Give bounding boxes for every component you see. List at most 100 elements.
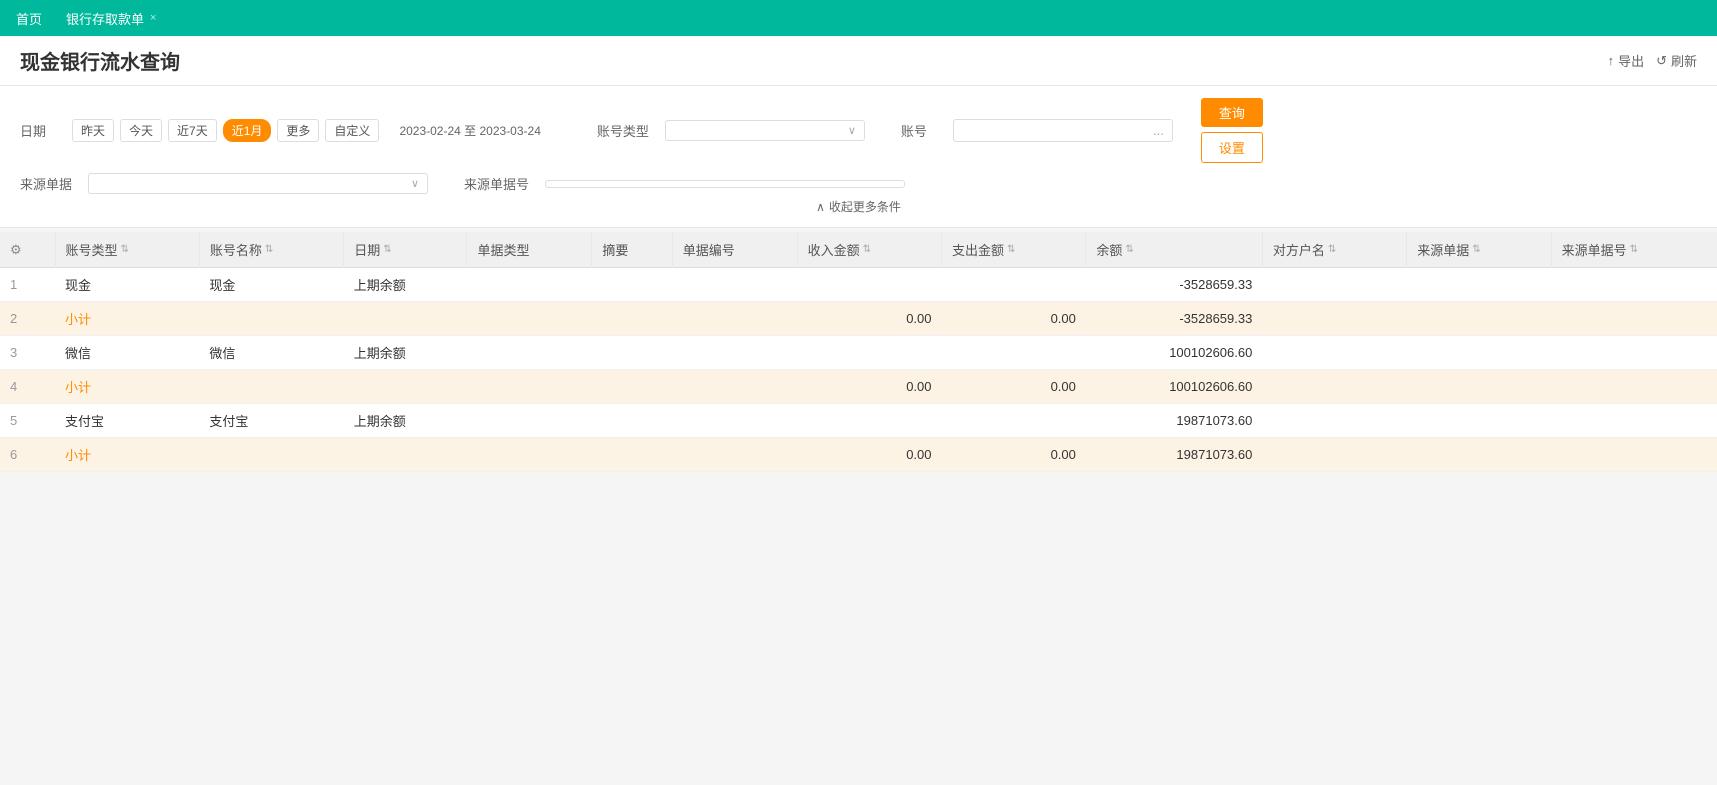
cell-source_doc (1407, 302, 1551, 336)
table-body: 1现金现金上期余额-3528659.332小计0.000.00-3528659.… (0, 268, 1717, 472)
col-header-source_doc_no[interactable]: 来源单据号⇅ (1551, 232, 1717, 268)
export-icon: ↑ (1608, 53, 1615, 68)
col-label: 账号名称 (210, 240, 262, 259)
account-type-label: 账号类型 (597, 121, 649, 140)
col-header-acct_type[interactable]: 账号类型⇅ (55, 232, 199, 268)
collapse-bar: ∧ 收起更多条件 (20, 194, 1697, 215)
date-options: 昨天今天近7天近1月更多自定义 (72, 119, 379, 142)
col-label: 摘要 (602, 243, 628, 258)
col-header-expense[interactable]: 支出金额⇅ (942, 232, 1086, 268)
gear-icon[interactable]: ⚙ (10, 242, 22, 257)
table-wrap: ⚙账号类型⇅账号名称⇅日期⇅单据类型摘要单据编号收入金额⇅支出金额⇅余额⇅对方户… (0, 232, 1717, 472)
col-header-date[interactable]: 日期⇅ (344, 232, 467, 268)
date-option-昨天[interactable]: 昨天 (72, 119, 114, 142)
cell-doc_no (672, 438, 797, 472)
date-label: 日期 (20, 121, 56, 140)
sort-icon: ⇅ (1328, 244, 1336, 255)
col-label: 日期 (354, 240, 380, 259)
cell-source_doc_no (1551, 302, 1717, 336)
nav-tab-close-icon[interactable]: × (150, 12, 156, 24)
col-label: 单据编号 (683, 243, 735, 258)
cell-doc_no (672, 370, 797, 404)
table-row: 6小计0.000.0019871073.60 (0, 438, 1717, 472)
cell-doc_no (672, 302, 797, 336)
cell-acct_name: 支付宝 (199, 404, 343, 438)
filter-left: 日期 昨天今天近7天近1月更多自定义 2023-02-24 至 2023-03-… (20, 98, 1697, 194)
source-doc-select[interactable]: ∨ (88, 173, 428, 194)
cell-summary (592, 404, 672, 438)
table-row: 3微信微信上期余额100102606.60 (0, 336, 1717, 370)
col-header-source_doc[interactable]: 来源单据⇅ (1407, 232, 1551, 268)
nav-tab-银行存取款单[interactable]: 银行存取款单 × (54, 0, 194, 36)
query-button[interactable]: 查询 (1201, 98, 1263, 127)
cell-doc_type (467, 404, 592, 438)
col-header-gear: ⚙ (0, 232, 55, 268)
cell-balance: 19871073.60 (1086, 404, 1262, 438)
cell-date (344, 438, 467, 472)
collapse-label: 收起更多条件 (829, 198, 901, 215)
col-header-income[interactable]: 收入金额⇅ (797, 232, 941, 268)
cell-doc_type (467, 438, 592, 472)
col-label: 来源单据 (1417, 240, 1469, 259)
chevron-down-icon: ∨ (848, 124, 856, 137)
account-type-select[interactable]: ∨ (665, 120, 865, 141)
filter-area: 日期 昨天今天近7天近1月更多自定义 2023-02-24 至 2023-03-… (0, 86, 1717, 228)
date-option-自定义[interactable]: 自定义 (325, 119, 379, 142)
date-option-近7天[interactable]: 近7天 (168, 119, 217, 142)
cell-index: 4 (0, 370, 55, 404)
sort-icon: ⇅ (863, 244, 871, 255)
table-row: 2小计0.000.00-3528659.33 (0, 302, 1717, 336)
source-doc-no-input[interactable] (545, 180, 905, 188)
col-label: 收入金额 (808, 240, 860, 259)
account-dots-icon[interactable]: ... (1153, 123, 1164, 138)
cell-acct_name: 现金 (199, 268, 343, 302)
account-label: 账号 (901, 121, 937, 140)
filter-row-1: 日期 昨天今天近7天近1月更多自定义 2023-02-24 至 2023-03-… (20, 98, 1697, 163)
top-nav: 首页 收款单×付款单×其他收入单×应收应付调整单×银行存取款单×预收冲应收单×收… (0, 0, 1717, 36)
col-header-doc_type: 单据类型 (467, 232, 592, 268)
nav-tab-label: 银行存取款单 (66, 9, 144, 28)
col-label: 支出金额 (952, 240, 1004, 259)
collapse-button[interactable]: ∧ 收起更多条件 (816, 198, 901, 215)
date-option-今天[interactable]: 今天 (120, 119, 162, 142)
cell-doc_no (672, 336, 797, 370)
refresh-button[interactable]: ↺ 刷新 (1656, 51, 1697, 70)
cell-doc_type (467, 302, 592, 336)
cell-doc_type (467, 336, 592, 370)
nav-home[interactable]: 首页 (4, 0, 54, 36)
cell-expense (942, 404, 1086, 438)
col-header-balance[interactable]: 余额⇅ (1086, 232, 1262, 268)
cell-expense: 0.00 (942, 438, 1086, 472)
cell-index: 6 (0, 438, 55, 472)
col-header-acct_name[interactable]: 账号名称⇅ (199, 232, 343, 268)
page-title: 现金银行流水查询 (20, 46, 180, 75)
cell-index: 1 (0, 268, 55, 302)
cell-date: 上期余额 (344, 336, 467, 370)
export-button[interactable]: ↑ 导出 (1608, 51, 1645, 70)
cell-counterparty (1262, 404, 1406, 438)
cell-acct_name: 微信 (199, 336, 343, 370)
account-input[interactable]: ... (953, 119, 1173, 142)
cell-acct_type: 小计 (55, 302, 199, 336)
date-option-近1月[interactable]: 近1月 (223, 119, 272, 142)
cell-acct_type: 小计 (55, 438, 199, 472)
cell-acct_type: 小计 (55, 370, 199, 404)
cell-date (344, 370, 467, 404)
col-label: 对方户名 (1273, 240, 1325, 259)
filter-main: 日期 昨天今天近7天近1月更多自定义 2023-02-24 至 2023-03-… (20, 98, 1697, 194)
settings-button[interactable]: 设置 (1201, 132, 1263, 163)
table-header: ⚙账号类型⇅账号名称⇅日期⇅单据类型摘要单据编号收入金额⇅支出金额⇅余额⇅对方户… (0, 232, 1717, 268)
cell-acct_type: 支付宝 (55, 404, 199, 438)
cell-expense (942, 268, 1086, 302)
cell-date: 上期余额 (344, 404, 467, 438)
col-label: 余额 (1096, 240, 1122, 259)
cell-date (344, 302, 467, 336)
cell-source_doc (1407, 268, 1551, 302)
cell-income: 0.00 (797, 302, 941, 336)
cell-summary (592, 336, 672, 370)
cell-counterparty (1262, 336, 1406, 370)
date-option-更多[interactable]: 更多 (277, 119, 319, 142)
col-header-counterparty[interactable]: 对方户名⇅ (1262, 232, 1406, 268)
filter-row-2: 来源单据 ∨ 来源单据号 (20, 173, 1697, 194)
cell-counterparty (1262, 302, 1406, 336)
